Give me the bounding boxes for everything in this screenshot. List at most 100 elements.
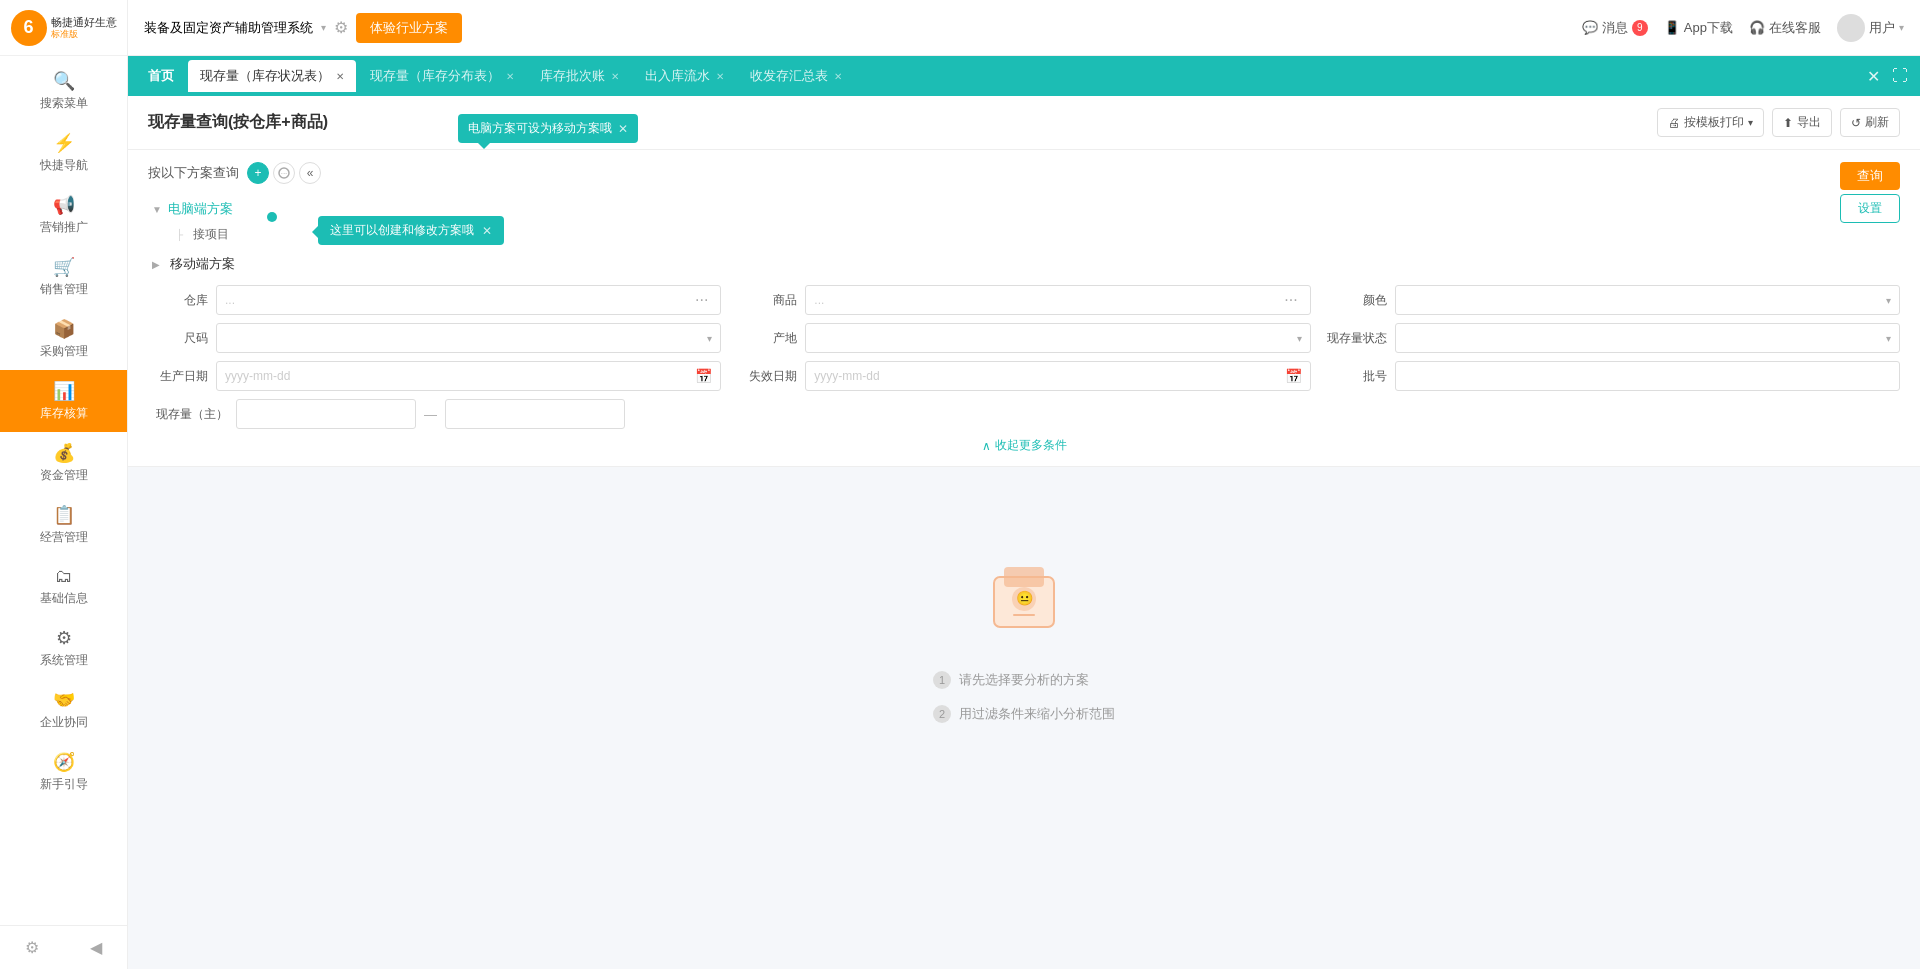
stock-main-max-input[interactable]	[445, 399, 625, 429]
tab-in-out-flow[interactable]: 出入库流水 ✕	[633, 60, 736, 92]
empty-text: 1 请先选择要分析的方案 2 用过滤条件来缩小分析范围	[933, 667, 1115, 727]
expire-date-input[interactable]: yyyy-mm-dd 📅	[805, 361, 1310, 391]
stock-main-min-input[interactable]	[236, 399, 416, 429]
tab-close-flow[interactable]: ✕	[716, 71, 724, 82]
prod-date-input[interactable]: yyyy-mm-dd 📅	[216, 361, 721, 391]
user-menu[interactable]: 用户 ▾	[1837, 14, 1904, 42]
filter-prod-date: 生产日期 yyyy-mm-dd 📅	[148, 361, 721, 391]
quick-nav-icon: ⚡	[53, 132, 75, 154]
tooltip2-close-btn[interactable]: ✕	[482, 224, 492, 238]
refresh-btn[interactable]: ↺ 刷新	[1840, 108, 1900, 137]
sidebar-item-purchase[interactable]: 📦 采购管理	[0, 308, 127, 370]
sidebar-item-finance[interactable]: 💰 资金管理	[0, 432, 127, 494]
warehouse-select[interactable]: ... ···	[216, 285, 721, 315]
sidebar: 6 畅捷通好生意 标准版 🔍 搜索菜单 ⚡ 快捷导航 📢 营销推广 🛒 销售管理…	[0, 0, 128, 969]
tab-inventory-status[interactable]: 现存量（库存状况表） ✕	[188, 60, 356, 92]
sidebar-item-marketing[interactable]: 📢 营销推广	[0, 184, 127, 246]
sidebar-item-sales[interactable]: 🛒 销售管理	[0, 246, 127, 308]
collapse-btn[interactable]: ∧ 收起更多条件	[982, 437, 1067, 454]
basic-info-icon: 🗂	[55, 566, 73, 587]
size-dropdown-icon: ▾	[707, 333, 712, 344]
filter-header: 按以下方案查询 + ··· « 电脑方案可设为移动方案哦 ✕ 查询 设置	[148, 162, 1900, 184]
print-chevron-icon: ▾	[1748, 117, 1753, 128]
svg-rect-3	[1004, 567, 1044, 587]
tab-recv-summary[interactable]: 收发存汇总表 ✕	[738, 60, 854, 92]
filter-tooltip-pc-scheme: 电脑方案可设为移动方案哦 ✕	[458, 114, 638, 143]
system-icon: ⚙	[56, 627, 72, 649]
sales-icon: 🛒	[53, 256, 75, 278]
sidebar-item-quick-nav[interactable]: ⚡ 快捷导航	[0, 122, 127, 184]
prod-date-calendar-icon: 📅	[695, 368, 712, 384]
empty-step2: 2 用过滤条件来缩小分析范围	[933, 701, 1115, 727]
sidebar-item-inventory[interactable]: 📊 库存核算	[0, 370, 127, 432]
guide-icon: 🧭	[53, 751, 75, 773]
sub-item-icon: ├	[176, 229, 183, 240]
export-btn[interactable]: ⬆ 导出	[1772, 108, 1832, 137]
tab-close-inventory-dist[interactable]: ✕	[506, 71, 514, 82]
color-dropdown-icon: ▾	[1886, 295, 1891, 306]
sidebar-item-system[interactable]: ⚙ 系统管理	[0, 617, 127, 679]
add-scheme-btn[interactable]: +	[247, 162, 269, 184]
logo-icon: 6	[11, 10, 47, 46]
product-select[interactable]: ... ···	[805, 285, 1310, 315]
tab-close-recv[interactable]: ✕	[834, 71, 842, 82]
trial-industry-btn[interactable]: 体验行业方案	[356, 13, 462, 43]
topbar-gear-icon[interactable]: ⚙	[334, 18, 348, 37]
edit-scheme-btn[interactable]: ···	[273, 162, 295, 184]
edit-scheme-tooltip: 这里可以创建和修改方案哦 ✕	[318, 216, 504, 245]
size-select[interactable]: ▾	[216, 323, 721, 353]
filter-batch-no: 批号	[1327, 361, 1900, 391]
app-download-btn[interactable]: 📱 App下载	[1664, 19, 1733, 37]
batch-no-input[interactable]	[1395, 361, 1900, 391]
tab-fullscreen-icon[interactable]: ⛶	[1888, 63, 1912, 90]
stock-status-dropdown-icon: ▾	[1886, 333, 1891, 344]
stock-status-select[interactable]: ▾	[1395, 323, 1900, 353]
svg-text:···: ···	[281, 169, 288, 178]
color-label: 颜色	[1327, 292, 1387, 309]
tab-close-all-icon[interactable]: ✕	[1863, 63, 1884, 90]
marketing-icon: 📢	[53, 194, 75, 216]
user-chevron-icon: ▾	[1899, 22, 1904, 33]
enterprise-icon: 🤝	[53, 689, 75, 711]
sidebar-collapse-icon[interactable]: ◀	[90, 938, 102, 957]
tab-close-inventory-status[interactable]: ✕	[336, 71, 344, 82]
filter-size: 尺码 ▾	[148, 323, 721, 353]
tab-close-batch[interactable]: ✕	[611, 71, 619, 82]
origin-select[interactable]: ▾	[805, 323, 1310, 353]
message-btn[interactable]: 💬 消息 9	[1582, 19, 1648, 37]
sidebar-item-guide[interactable]: 🧭 新手引导	[0, 741, 127, 803]
message-badge: 9	[1632, 20, 1648, 36]
collapse-row: ∧ 收起更多条件	[148, 437, 1900, 454]
pc-arrow-icon: ▼	[152, 204, 162, 215]
filter-warehouse: 仓库 ... ···	[148, 285, 721, 315]
svg-text:😐: 😐	[1016, 590, 1034, 607]
mobile-scheme-item[interactable]: ▶ 移动端方案	[152, 251, 1900, 277]
color-select[interactable]: ▾	[1395, 285, 1900, 315]
collapse-up-icon: ∧	[982, 439, 991, 453]
purchase-icon: 📦	[53, 318, 75, 340]
sidebar-item-search[interactable]: 🔍 搜索菜单	[0, 60, 127, 122]
sidebar-item-basic-info[interactable]: 🗂 基础信息	[0, 556, 127, 617]
tab-batch-account[interactable]: 库存批次账 ✕	[528, 60, 631, 92]
tab-home[interactable]: 首页	[136, 60, 186, 92]
prev-scheme-btn[interactable]: «	[299, 162, 321, 184]
filter-label: 按以下方案查询	[148, 164, 239, 182]
online-service-btn[interactable]: 🎧 在线客服	[1749, 19, 1821, 37]
sidebar-item-operation[interactable]: 📋 经营管理	[0, 494, 127, 556]
tooltip1-close-btn[interactable]: ✕	[618, 122, 628, 136]
filter-color: 颜色 ▾	[1327, 285, 1900, 315]
sidebar-settings-icon[interactable]: ⚙	[25, 938, 39, 957]
export-icon: ⬆	[1783, 116, 1793, 130]
sidebar-item-enterprise[interactable]: 🤝 企业协同	[0, 679, 127, 741]
origin-label: 产地	[737, 330, 797, 347]
filter-stock-status: 现存量状态 ▾	[1327, 323, 1900, 353]
tab-inventory-dist[interactable]: 现存量（库存分布表） ✕	[358, 60, 526, 92]
print-btn[interactable]: 🖨 按模板打印 ▾	[1657, 108, 1764, 137]
finance-icon: 💰	[53, 442, 75, 464]
query-btn[interactable]: 查询	[1840, 162, 1900, 190]
empty-illustration: 😐	[974, 547, 1074, 647]
page-title: 现存量查询(按仓库+商品)	[148, 112, 328, 133]
topbar: 装备及固定资产辅助管理系统 ▾ ⚙ 体验行业方案 💬 消息 9 📱 App下载 …	[128, 0, 1920, 56]
print-icon: 🖨	[1668, 116, 1680, 130]
scheme-dot-indicator	[267, 212, 277, 222]
